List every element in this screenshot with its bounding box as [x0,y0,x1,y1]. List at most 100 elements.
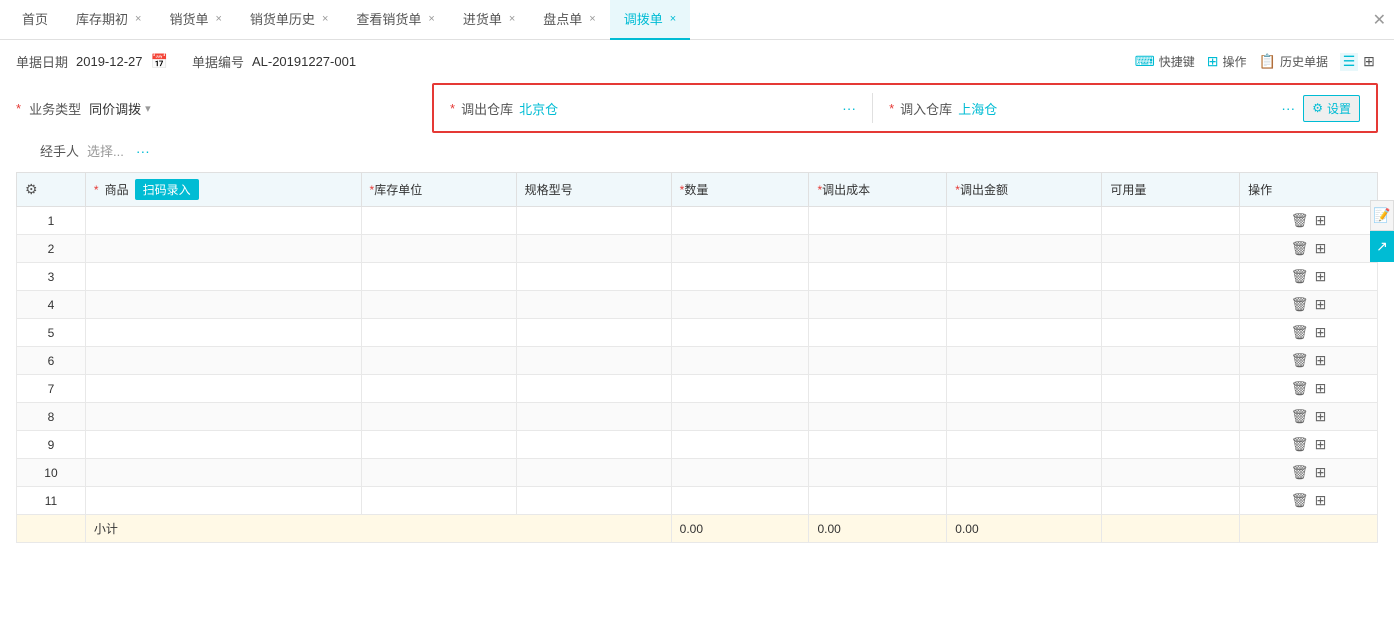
layout-grid-icon[interactable]: ⊞ [1360,53,1378,71]
tab-view-sales[interactable]: 查看销货单 × [342,0,448,40]
delete-row-icon[interactable]: 🗑 [1291,324,1309,341]
row-cost[interactable] [809,207,947,235]
table-scroll-area[interactable]: ⚙ * 商品 扫码录入 *库存单位 规格型号 *数量 [16,172,1378,543]
row-unit[interactable] [361,319,516,347]
shortcut-btn[interactable]: ⌨ 快捷键 [1135,53,1195,70]
history-btn[interactable]: 📋 历史单据 [1259,53,1328,70]
row-unit[interactable] [361,235,516,263]
row-cost[interactable] [809,459,947,487]
row-unit[interactable] [361,459,516,487]
copy-row-icon[interactable]: ⊞ [1315,436,1327,453]
row-amount[interactable] [947,291,1102,319]
row-cost[interactable] [809,263,947,291]
row-qty[interactable] [671,459,809,487]
tab-transfer[interactable]: 调拨单 × [610,0,690,40]
copy-row-icon[interactable]: ⊞ [1315,296,1327,313]
table-gear-icon[interactable]: ⚙ [25,181,38,197]
row-unit[interactable] [361,347,516,375]
row-spec[interactable] [516,375,671,403]
row-qty[interactable] [671,319,809,347]
delete-row-icon[interactable]: 🗑 [1291,380,1309,397]
panel-notes-btn[interactable]: 📝 [1370,200,1394,231]
tab-inventory-init[interactable]: 库存期初 × [62,0,155,40]
row-amount[interactable] [947,431,1102,459]
row-qty[interactable] [671,263,809,291]
row-product[interactable] [85,235,361,263]
row-unit[interactable] [361,487,516,515]
row-spec[interactable] [516,207,671,235]
layout-list-icon[interactable]: ☰ [1340,53,1358,71]
close-sales-history[interactable]: × [322,13,328,25]
row-cost[interactable] [809,403,947,431]
row-qty[interactable] [671,207,809,235]
row-unit[interactable] [361,431,516,459]
row-product[interactable] [85,403,361,431]
row-qty[interactable] [671,487,809,515]
row-unit[interactable] [361,375,516,403]
copy-row-icon[interactable]: ⊞ [1315,408,1327,425]
row-product[interactable] [85,459,361,487]
close-view-sales[interactable]: × [428,13,434,25]
person-select[interactable]: 选择... [87,141,124,160]
row-amount[interactable] [947,207,1102,235]
tab-stocktake[interactable]: 盘点单 × [529,0,609,40]
row-unit[interactable] [361,263,516,291]
delete-row-icon[interactable]: 🗑 [1291,464,1309,481]
panel-expand-btn[interactable]: ↗ [1370,231,1394,262]
delete-row-icon[interactable]: 🗑 [1291,240,1309,257]
business-type-select[interactable]: 同价调拨 ▾ [89,99,151,118]
row-cost[interactable] [809,235,947,263]
transfer-out-more-icon[interactable]: ··· [842,100,856,116]
row-amount[interactable] [947,403,1102,431]
row-product[interactable] [85,291,361,319]
copy-row-icon[interactable]: ⊞ [1315,268,1327,285]
copy-row-icon[interactable]: ⊞ [1315,492,1327,509]
row-unit[interactable] [361,291,516,319]
layout-toggle[interactable]: ☰ ⊞ [1340,53,1378,71]
row-product[interactable] [85,431,361,459]
row-spec[interactable] [516,319,671,347]
row-cost[interactable] [809,291,947,319]
scan-button[interactable]: 扫码录入 [135,179,199,200]
row-cost[interactable] [809,347,947,375]
row-spec[interactable] [516,487,671,515]
delete-row-icon[interactable]: 🗑 [1291,268,1309,285]
delete-row-icon[interactable]: 🗑 [1291,212,1309,229]
row-amount[interactable] [947,235,1102,263]
copy-row-icon[interactable]: ⊞ [1315,352,1327,369]
row-amount[interactable] [947,347,1102,375]
row-spec[interactable] [516,235,671,263]
row-cost[interactable] [809,487,947,515]
delete-row-icon[interactable]: 🗑 [1291,296,1309,313]
row-qty[interactable] [671,431,809,459]
delete-row-icon[interactable]: 🗑 [1291,352,1309,369]
row-spec[interactable] [516,347,671,375]
copy-row-icon[interactable]: ⊞ [1315,380,1327,397]
row-qty[interactable] [671,291,809,319]
row-product[interactable] [85,347,361,375]
row-spec[interactable] [516,263,671,291]
row-product[interactable] [85,263,361,291]
row-unit[interactable] [361,403,516,431]
transfer-in-more-icon[interactable]: ··· [1281,100,1295,116]
close-window-btn[interactable]: ✕ [1373,10,1386,30]
row-qty[interactable] [671,347,809,375]
row-unit[interactable] [361,207,516,235]
row-spec[interactable] [516,403,671,431]
row-amount[interactable] [947,263,1102,291]
tab-sales-history[interactable]: 销货单历史 × [236,0,342,40]
close-purchase-order[interactable]: × [509,13,515,25]
row-spec[interactable] [516,291,671,319]
row-amount[interactable] [947,487,1102,515]
close-inventory-init[interactable]: × [135,13,141,25]
close-sales-order[interactable]: × [215,13,221,25]
row-cost[interactable] [809,375,947,403]
row-product[interactable] [85,375,361,403]
row-spec[interactable] [516,431,671,459]
close-transfer[interactable]: × [670,13,676,25]
close-stocktake[interactable]: × [589,13,595,25]
calendar-icon[interactable]: 📅 [151,53,168,70]
operation-btn[interactable]: ⊞ 操作 [1207,53,1247,70]
row-cost[interactable] [809,431,947,459]
row-amount[interactable] [947,319,1102,347]
